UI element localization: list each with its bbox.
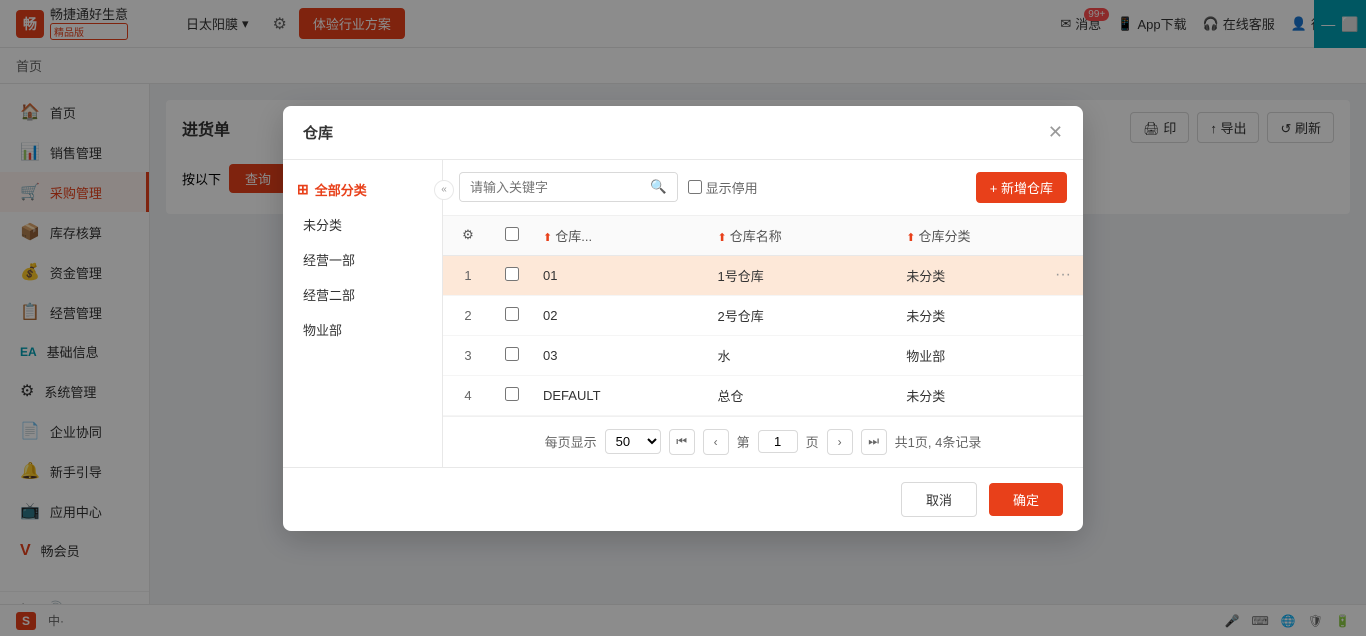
modal-body: ⊞ 全部分类 « 未分类 经营一部 经营二部 物业部 🔍 <box>283 160 1083 467</box>
cell-name: 水 <box>705 335 894 375</box>
page-label: 第 <box>737 432 750 451</box>
cell-name: 2号仓库 <box>705 295 894 335</box>
add-warehouse-button[interactable]: + 新增仓库 <box>976 172 1067 203</box>
modal-close-button[interactable]: ✕ <box>1048 122 1063 143</box>
th-code: ⬆仓库... <box>531 216 705 256</box>
modal-cat-op2[interactable]: 经营二部 <box>283 277 442 312</box>
sort-icon-name: ⬆ <box>717 232 726 244</box>
modal-collapse-button[interactable]: « <box>434 180 454 200</box>
table-header-row: ⚙ ⬆仓库... ⬆仓库名称 ⬆仓库分类 <box>443 216 1083 256</box>
row-checkbox[interactable] <box>505 307 519 321</box>
prev-page-button[interactable]: ‹ <box>703 429 729 455</box>
th-settings: ⚙ <box>443 216 493 256</box>
modal-sidebar: ⊞ 全部分类 « 未分类 经营一部 经营二部 物业部 <box>283 160 443 467</box>
modal-search-box: 🔍 <box>459 172 678 202</box>
show-disabled-checkbox[interactable] <box>688 180 702 194</box>
cell-code: DEFAULT <box>531 375 705 415</box>
modal-overlay: 仓库 ✕ ⊞ 全部分类 « 未分类 经营一部 经营二部 物业部 <box>0 0 1366 636</box>
warehouse-table-container: ⚙ ⬆仓库... ⬆仓库名称 ⬆仓库分类 <box>443 216 1083 416</box>
row-actions-button[interactable]: ··· <box>1055 266 1071 284</box>
cell-num: 1 <box>443 255 493 295</box>
confirm-button[interactable]: 确定 <box>989 483 1063 516</box>
warehouse-modal: 仓库 ✕ ⊞ 全部分类 « 未分类 经营一部 经营二部 物业部 <box>283 106 1083 531</box>
modal-main-area: 🔍 显示停用 + 新增仓库 ⚙ <box>443 160 1083 467</box>
cell-code: 01 <box>531 255 705 295</box>
cell-cb <box>493 335 531 375</box>
cell-category: 未分类 <box>894 375 1083 415</box>
cell-num: 2 <box>443 295 493 335</box>
settings-icon: ⚙ <box>462 227 474 242</box>
th-category: ⬆仓库分类 <box>894 216 1083 256</box>
cell-code: 02 <box>531 295 705 335</box>
table-row[interactable]: 1 01 1号仓库 未分类 ··· <box>443 255 1083 295</box>
category-header-label: 全部分类 <box>315 180 367 199</box>
modal-category-header[interactable]: ⊞ 全部分类 <box>283 172 442 207</box>
modal-cat-unclassified[interactable]: 未分类 <box>283 207 442 242</box>
modal-header: 仓库 ✕ <box>283 106 1083 160</box>
page-number-input[interactable] <box>758 430 798 453</box>
cell-code: 03 <box>531 335 705 375</box>
next-page-button[interactable]: › <box>827 429 853 455</box>
warehouse-table: ⚙ ⬆仓库... ⬆仓库名称 ⬆仓库分类 <box>443 216 1083 416</box>
modal-title: 仓库 <box>303 122 333 143</box>
row-checkbox[interactable] <box>505 387 519 401</box>
sort-icon-cat: ⬆ <box>906 232 915 244</box>
modal-footer: 取消 确定 <box>283 467 1083 531</box>
table-row[interactable]: 4 DEFAULT 总仓 未分类 <box>443 375 1083 415</box>
th-checkbox <box>493 216 531 256</box>
select-all-checkbox[interactable] <box>505 227 519 241</box>
per-page-select[interactable]: 50 10 20 100 <box>605 429 661 454</box>
cell-num: 4 <box>443 375 493 415</box>
cell-category: 未分类 ··· <box>894 255 1083 295</box>
modal-search-button[interactable]: 🔍 <box>640 173 677 201</box>
first-page-button[interactable]: ⏮ <box>669 429 695 455</box>
table-row[interactable]: 2 02 2号仓库 未分类 <box>443 295 1083 335</box>
cell-category: 物业部 <box>894 335 1083 375</box>
cell-name: 1号仓库 <box>705 255 894 295</box>
modal-toolbar: 🔍 显示停用 + 新增仓库 <box>443 160 1083 216</box>
table-row[interactable]: 3 03 水 物业部 <box>443 335 1083 375</box>
page-unit: 页 <box>806 432 819 451</box>
table-body: 1 01 1号仓库 未分类 ··· 2 <box>443 255 1083 415</box>
cell-cb <box>493 295 531 335</box>
show-disabled-text: 显示停用 <box>706 178 758 197</box>
table-head: ⚙ ⬆仓库... ⬆仓库名称 ⬆仓库分类 <box>443 216 1083 256</box>
cell-cb <box>493 375 531 415</box>
grid-icon: ⊞ <box>297 181 309 198</box>
cell-category: 未分类 <box>894 295 1083 335</box>
modal-cat-op1[interactable]: 经营一部 <box>283 242 442 277</box>
modal-search-input[interactable] <box>460 174 640 201</box>
cell-name: 总仓 <box>705 375 894 415</box>
cell-cb <box>493 255 531 295</box>
modal-cat-property[interactable]: 物业部 <box>283 312 442 347</box>
last-page-button[interactable]: ⏭ <box>861 429 887 455</box>
modal-pagination: 每页显示 50 10 20 100 ⏮ ‹ 第 页 › ⏭ 共1页, 4条记录 <box>443 416 1083 467</box>
page-total: 共1页, 4条记录 <box>895 432 982 451</box>
sort-icon: ⬆ <box>543 232 552 244</box>
row-checkbox[interactable] <box>505 267 519 281</box>
th-name: ⬆仓库名称 <box>705 216 894 256</box>
cell-num: 3 <box>443 335 493 375</box>
row-checkbox[interactable] <box>505 347 519 361</box>
show-disabled-label[interactable]: 显示停用 <box>688 178 758 197</box>
per-page-label: 每页显示 <box>545 432 597 451</box>
cancel-button[interactable]: 取消 <box>901 482 977 517</box>
